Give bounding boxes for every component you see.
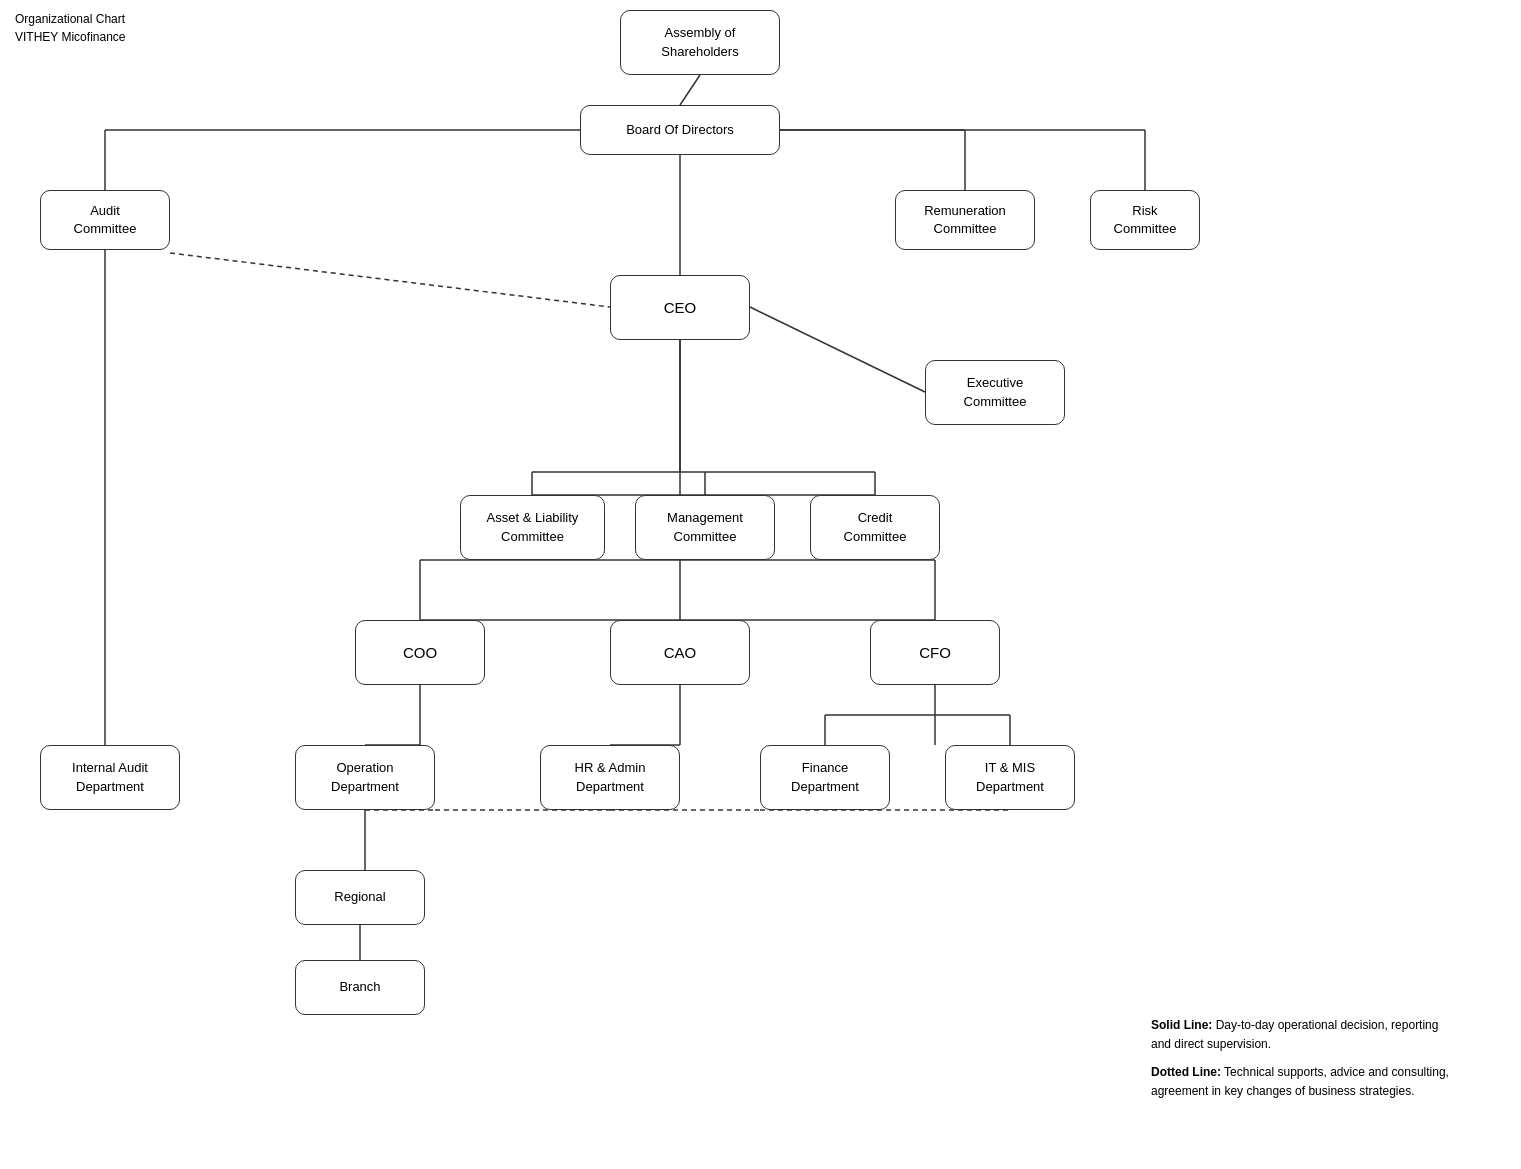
it-mis-node: IT & MISDepartment (945, 745, 1075, 810)
assembly-node: Assembly ofShareholders (620, 10, 780, 75)
management-node: ManagementCommittee (635, 495, 775, 560)
executive-node: ExecutiveCommittee (925, 360, 1065, 425)
ceo-node: CEO (610, 275, 750, 340)
chart-subtitle: VITHEY Micofinance (15, 28, 126, 46)
hr-admin-node: HR & AdminDepartment (540, 745, 680, 810)
audit-committee-node: AuditCommittee (40, 190, 170, 250)
cao-node: CAO (610, 620, 750, 685)
internal-audit-node: Internal AuditDepartment (40, 745, 180, 810)
board-node: Board Of Directors (580, 105, 780, 155)
cfo-node: CFO (870, 620, 1000, 685)
operation-node: OperationDepartment (295, 745, 435, 810)
remuneration-node: RemunerationCommittee (895, 190, 1035, 250)
asset-liability-node: Asset & LiabilityCommittee (460, 495, 605, 560)
regional-node: Regional (295, 870, 425, 925)
legend: Solid Line: Day-to-day operational decis… (1151, 1016, 1461, 1109)
chart-title: Organizational Chart (15, 10, 126, 28)
credit-node: CreditCommittee (810, 495, 940, 560)
solid-line-label: Solid Line: (1151, 1018, 1212, 1032)
coo-node: COO (355, 620, 485, 685)
branch-node: Branch (295, 960, 425, 1015)
finance-node: FinanceDepartment (760, 745, 890, 810)
header-label: Organizational Chart VITHEY Micofinance (15, 10, 126, 46)
dotted-line-label: Dotted Line: (1151, 1065, 1221, 1079)
risk-node: RiskCommittee (1090, 190, 1200, 250)
